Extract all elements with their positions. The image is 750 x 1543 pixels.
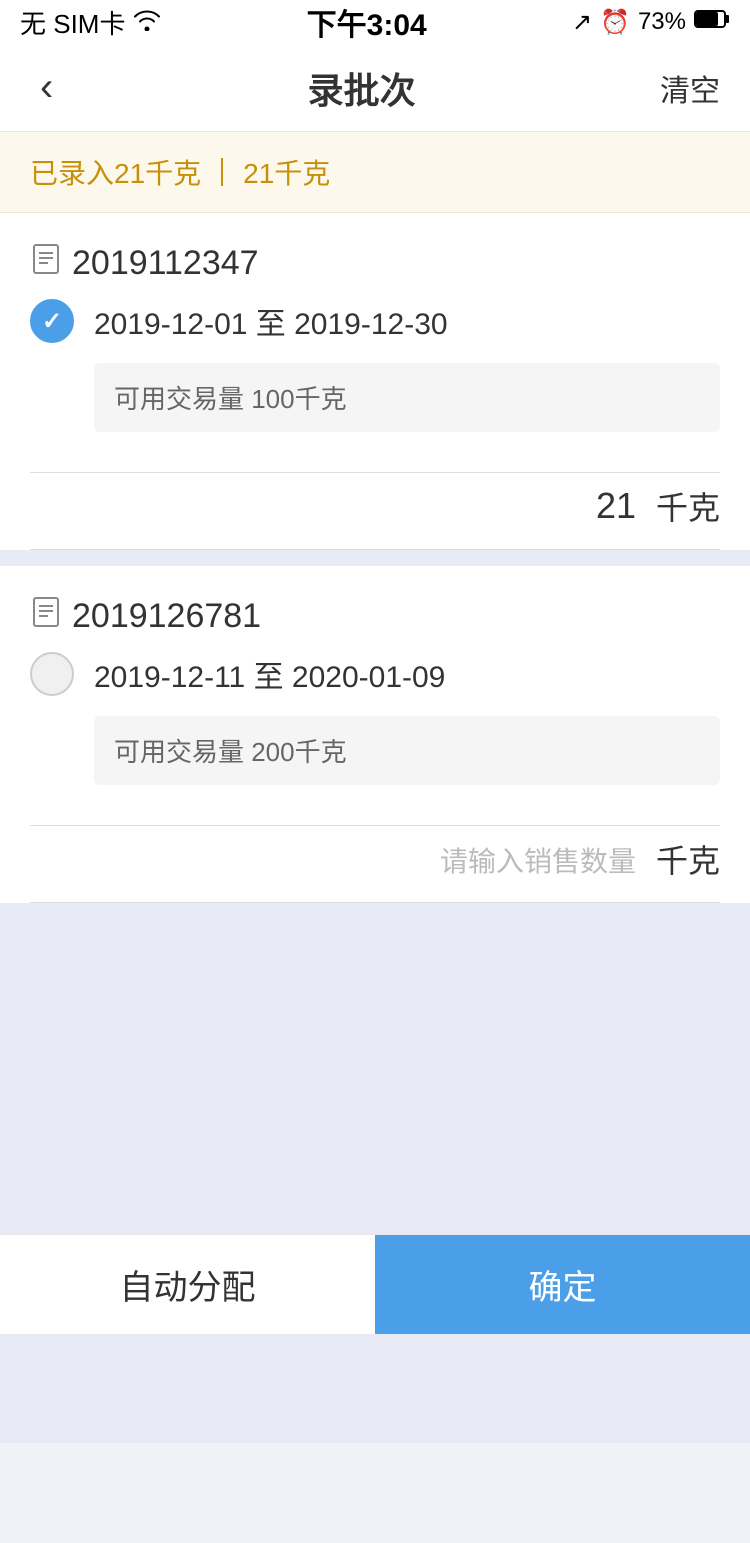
batch-id-1: 2019112347 (72, 244, 259, 283)
checkmark-1: ✓ (42, 307, 62, 336)
quantity-unit-1: 千克 (656, 483, 720, 529)
quantity-row-1: 千克 (0, 473, 750, 549)
batch-volume-text-1: 可用交易量 100千克 (114, 384, 347, 414)
batch-card-2: 2019126781 ✓ 2019-12-11 至 2020-01-09 可用交… (0, 566, 750, 903)
no-sim-text: 无 SIM卡 (20, 4, 125, 41)
total-amount: 21千克 (243, 152, 330, 192)
batch-doc-icon-1 (30, 243, 62, 283)
recorded-amount: 已录入21千克 (30, 152, 201, 192)
nav-bar: ‹ 录批次 清空 (0, 44, 750, 132)
section-divider (0, 550, 750, 566)
batch-volume-bar-1: 可用交易量 100千克 (94, 363, 720, 432)
info-divider (221, 158, 223, 186)
info-banner: 已录入21千克 21千克 (0, 132, 750, 213)
quantity-row-2: 千克 (0, 826, 750, 902)
clear-button[interactable]: 清空 (660, 66, 720, 110)
status-left: 无 SIM卡 (20, 4, 161, 41)
bottom-bar: 自动分配 确定 (0, 1234, 750, 1334)
alarm-icon: ⏰ (600, 8, 630, 37)
main-content: 2019112347 ✓ 2019-12-01 至 2019-12-30 可用交… (0, 213, 750, 1543)
wifi-icon (133, 7, 161, 38)
batch-item-2: 2019126781 ✓ 2019-12-11 至 2020-01-09 可用交… (0, 566, 750, 825)
empty-area (0, 903, 750, 1443)
battery-text: 73% (638, 8, 686, 36)
batch-id-2: 2019126781 (72, 597, 261, 636)
batch-checkbox-2[interactable]: ✓ (30, 652, 74, 696)
batch-date-1: 2019-12-01 至 2019-12-30 (94, 299, 448, 343)
page-title: 录批次 (308, 62, 416, 114)
confirm-button[interactable]: 确定 (375, 1235, 750, 1334)
batch-date-row-2[interactable]: ✓ 2019-12-11 至 2020-01-09 (30, 652, 720, 696)
batch-doc-icon-2 (30, 596, 62, 636)
batch-card-1: 2019112347 ✓ 2019-12-01 至 2019-12-30 可用交… (0, 213, 750, 550)
batch-id-row-1: 2019112347 (30, 243, 720, 283)
status-right: ↗ ⏰ 73% (572, 8, 730, 37)
battery-icon (694, 8, 730, 36)
quantity-input-1[interactable] (171, 485, 636, 527)
quantity-unit-2: 千克 (656, 836, 720, 882)
auto-distribute-button[interactable]: 自动分配 (0, 1235, 375, 1334)
batch-id-row-2: 2019126781 (30, 596, 720, 636)
batch-volume-bar-2: 可用交易量 200千克 (94, 716, 720, 785)
batch-volume-text-2: 可用交易量 200千克 (114, 737, 347, 767)
status-bar: 无 SIM卡 下午3:04 ↗ ⏰ 73% (0, 0, 750, 44)
location-icon: ↗ (572, 8, 592, 37)
quantity-input-2[interactable] (171, 838, 636, 880)
back-button[interactable]: ‹ (30, 55, 63, 120)
batch-checkbox-1[interactable]: ✓ (30, 299, 74, 343)
batch-date-2: 2019-12-11 至 2020-01-09 (94, 652, 445, 696)
batch-item-1: 2019112347 ✓ 2019-12-01 至 2019-12-30 可用交… (0, 213, 750, 472)
batch-date-row-1[interactable]: ✓ 2019-12-01 至 2019-12-30 (30, 299, 720, 343)
status-time: 下午3:04 (307, 0, 427, 44)
